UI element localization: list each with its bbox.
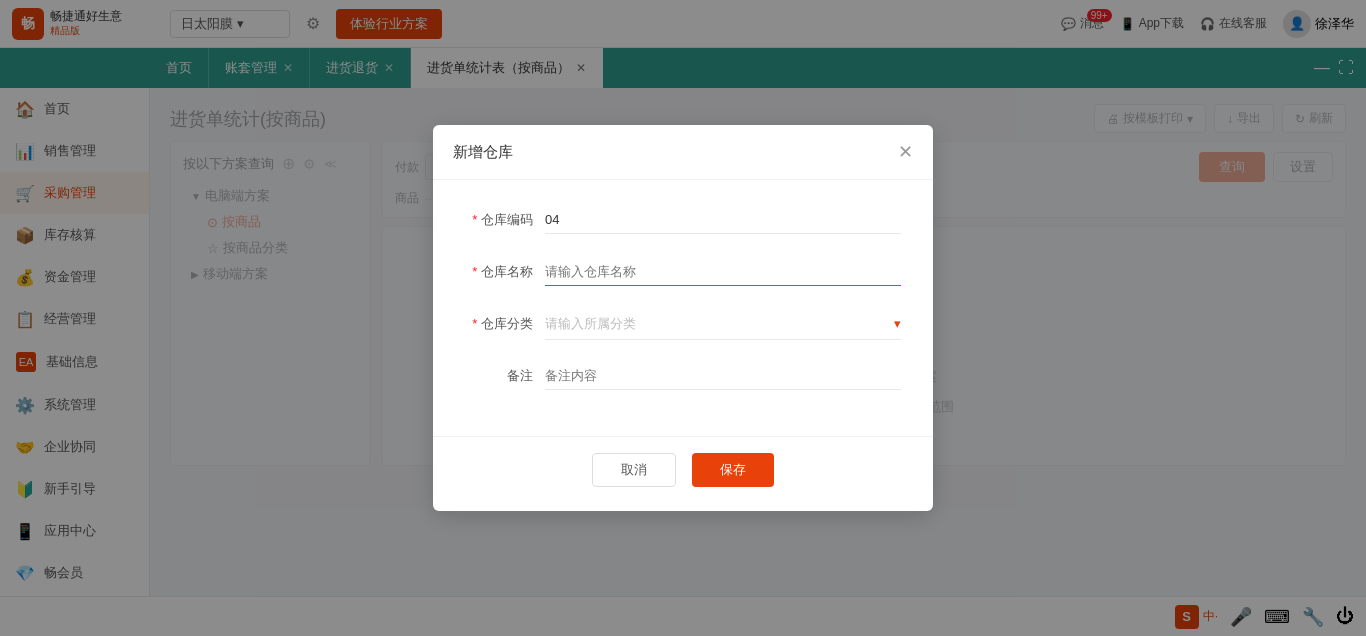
code-label: 仓库编码 — [465, 204, 545, 236]
name-input[interactable] — [545, 258, 901, 286]
form-row-category: 仓库分类 请输入所属分类 ▾ — [465, 308, 901, 340]
name-input-wrapper — [545, 258, 901, 286]
code-input-wrapper — [545, 206, 901, 234]
form-row-remark: 备注 — [465, 360, 901, 392]
modal-overlay[interactable]: 新增仓库 ✕ 仓库编码 仓库名称 仓库分类 — [0, 0, 1366, 636]
code-input[interactable] — [545, 206, 901, 234]
save-btn[interactable]: 保存 — [692, 453, 774, 487]
remark-input-wrapper — [545, 362, 901, 390]
category-label: 仓库分类 — [465, 308, 545, 340]
modal-header: 新增仓库 ✕ — [433, 125, 933, 180]
form-row-code: 仓库编码 — [465, 204, 901, 236]
name-label: 仓库名称 — [465, 256, 545, 288]
modal-footer: 取消 保存 — [433, 436, 933, 511]
modal-close-btn[interactable]: ✕ — [898, 141, 913, 163]
modal-title: 新增仓库 — [453, 143, 513, 162]
category-placeholder: 请输入所属分类 — [545, 315, 636, 333]
new-warehouse-modal: 新增仓库 ✕ 仓库编码 仓库名称 仓库分类 — [433, 125, 933, 511]
remark-input[interactable] — [545, 362, 901, 390]
modal-body: 仓库编码 仓库名称 仓库分类 请输入所属分类 ▾ — [433, 180, 933, 436]
remark-label: 备注 — [465, 360, 545, 392]
category-select[interactable]: 请输入所属分类 ▾ — [545, 309, 901, 340]
cancel-btn[interactable]: 取消 — [592, 453, 676, 487]
form-row-name: 仓库名称 — [465, 256, 901, 288]
category-arrow-icon: ▾ — [894, 316, 901, 331]
